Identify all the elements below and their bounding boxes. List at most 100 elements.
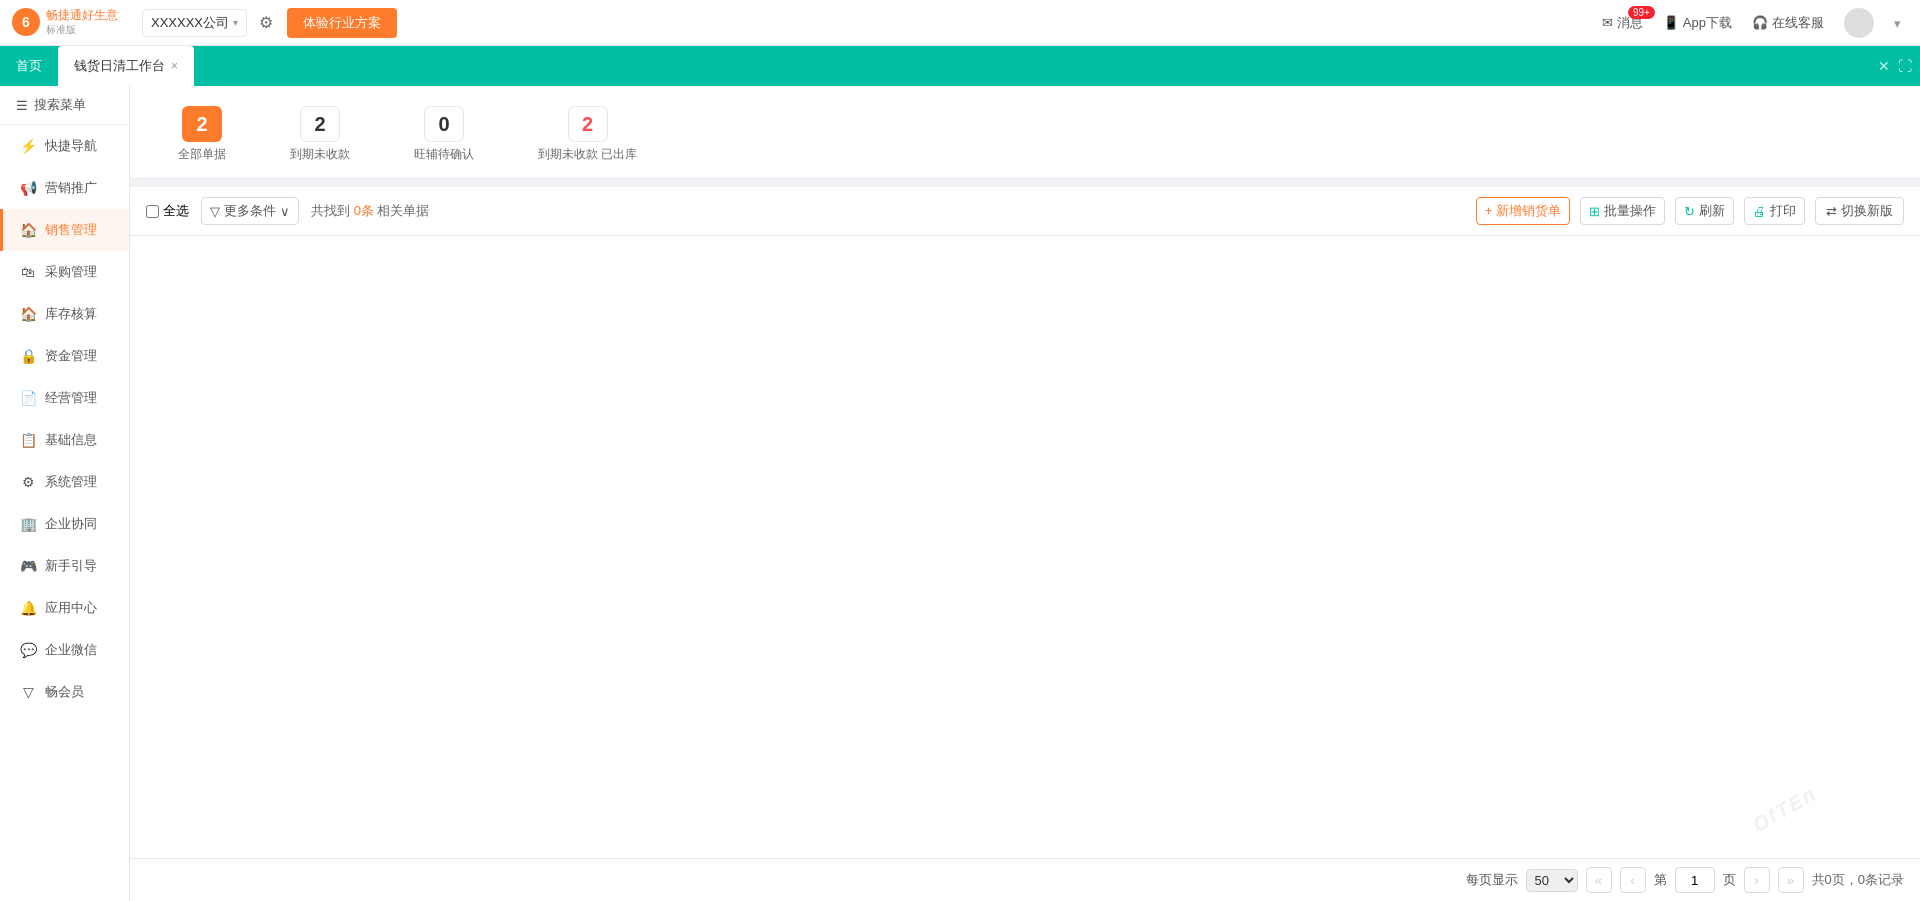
stat-number-shipped: 2 (568, 106, 608, 142)
refresh-button[interactable]: ↻ 刷新 (1675, 197, 1734, 225)
inventory-icon: 🏠 (19, 305, 37, 323)
page-label: 第 (1654, 871, 1667, 889)
switch-version-button[interactable]: ⇄ 切换新版 (1815, 197, 1904, 225)
weixin-icon: 💬 (19, 641, 37, 659)
total-info: 共0页，0条记录 (1812, 871, 1904, 889)
stat-tab-pending[interactable]: 0 旺辅待确认 (382, 98, 506, 178)
sidebar-item-label: 库存核算 (45, 305, 97, 323)
tab-active[interactable]: 钱货日清工作台 × (58, 46, 194, 86)
sidebar-item-shortcuts[interactable]: ⚡ 快捷导航 (0, 125, 129, 167)
avatar-dropdown[interactable]: ▾ (1894, 16, 1908, 30)
tab-expand-icon[interactable]: ⛶ (1898, 58, 1912, 74)
table-area (130, 236, 1920, 858)
found-prefix: 共找到 (311, 203, 350, 218)
switch-icon: ⇄ (1826, 204, 1837, 219)
select-all-input[interactable] (146, 205, 159, 218)
sidebar-item-app-center[interactable]: 🔔 应用中心 (0, 587, 129, 629)
guide-icon: 🎮 (19, 557, 37, 575)
select-all-label: 全选 (163, 202, 189, 220)
batch-operation-button[interactable]: ⊞ 批量操作 (1580, 197, 1665, 225)
pagination: 每页显示 50 20 100 « ‹ 第 页 › » 共0页，0条记录 (130, 858, 1920, 901)
basic-info-icon: 📋 (19, 431, 37, 449)
sidebar-item-label: 系统管理 (45, 473, 97, 491)
sidebar-item-purchase[interactable]: 🛍 采购管理 (0, 251, 129, 293)
stat-tab-overdue[interactable]: 2 到期未收款 (258, 98, 382, 178)
refresh-icon: ↻ (1684, 204, 1695, 219)
sidebar-item-marketing[interactable]: 📢 营销推广 (0, 167, 129, 209)
prev-page-button[interactable]: ‹ (1620, 867, 1646, 893)
active-tab-label: 钱货日清工作台 (74, 57, 165, 75)
print-label: 打印 (1770, 202, 1796, 220)
tab-close-icon[interactable]: × (171, 59, 178, 73)
logo-sub: 标准版 (46, 23, 118, 37)
filter-button[interactable]: ▽ 更多条件 ∨ (201, 197, 299, 225)
sidebar: ☰ 搜索菜单 ⚡ 快捷导航 📢 营销推广 🏠 销售管理 🛍 采购管理 🏠 库存核… (0, 86, 130, 901)
member-icon: ▽ (19, 683, 37, 701)
app-download-label: App下载 (1683, 14, 1732, 32)
logo-icon: 6 (12, 8, 40, 36)
headset-icon: 🎧 (1752, 15, 1768, 30)
per-page-label: 每页显示 (1466, 871, 1518, 889)
next-page-button[interactable]: › (1744, 867, 1770, 893)
stats-tabs: 2 全部单据 2 到期未收款 0 旺辅待确认 2 到期未收款 已出库 (130, 86, 1920, 179)
search-menu-label: 搜索菜单 (34, 96, 86, 114)
toolbar: 全选 ▽ 更多条件 ∨ 共找到 0条 相关单据 + 新增销货单 ⊞ 批量操作 ↻ (130, 187, 1920, 236)
marketing-icon: 📢 (19, 179, 37, 197)
filter-icon: ▽ (210, 204, 220, 219)
filter-label: 更多条件 (224, 202, 276, 220)
message-button[interactable]: ✉ 消息 99+ (1602, 14, 1643, 32)
app-download-button[interactable]: 📱 App下载 (1663, 14, 1732, 32)
first-page-button[interactable]: « (1586, 867, 1612, 893)
app-center-icon: 🔔 (19, 599, 37, 617)
sidebar-item-weixin[interactable]: 💬 企业微信 (0, 629, 129, 671)
purchase-icon: 🛍 (19, 263, 37, 281)
stat-label-overdue: 到期未收款 (290, 146, 350, 163)
sidebar-item-label: 基础信息 (45, 431, 97, 449)
stat-tab-shipped[interactable]: 2 到期未收款 已出库 (506, 98, 669, 178)
online-service-button[interactable]: 🎧 在线客服 (1752, 14, 1824, 32)
toolbar-right: + 新增销货单 ⊞ 批量操作 ↻ 刷新 🖨 打印 ⇄ 切换新版 (1476, 197, 1904, 225)
sidebar-item-inventory[interactable]: 🏠 库存核算 (0, 293, 129, 335)
per-page-select[interactable]: 50 20 100 (1526, 869, 1578, 892)
print-button[interactable]: 🖨 打印 (1744, 197, 1805, 225)
last-page-button[interactable]: » (1778, 867, 1804, 893)
settings-button[interactable]: ⚙ (255, 9, 277, 36)
sidebar-item-member[interactable]: ▽ 畅会员 (0, 671, 129, 713)
stat-tab-all[interactable]: 2 全部单据 (146, 98, 258, 178)
add-sale-order-button[interactable]: + 新增销货单 (1476, 197, 1570, 225)
sidebar-item-operations[interactable]: 📄 经营管理 (0, 377, 129, 419)
switch-label: 切换新版 (1841, 202, 1893, 220)
sidebar-item-system[interactable]: ⚙ 系统管理 (0, 461, 129, 503)
tab-home[interactable]: 首页 (0, 46, 58, 86)
trial-button[interactable]: 体验行业方案 (287, 8, 397, 38)
message-badge: 99+ (1628, 6, 1655, 19)
enterprise-icon: 🏢 (19, 515, 37, 533)
search-icon: ☰ (16, 98, 28, 113)
stat-label-pending: 旺辅待确认 (414, 146, 474, 163)
operations-icon: 📄 (19, 389, 37, 407)
tab-close-window-icon[interactable]: ✕ (1878, 58, 1890, 74)
avatar[interactable] (1844, 8, 1874, 38)
tab-bar-right: ✕ ⛶ (1878, 58, 1920, 74)
stat-label-shipped: 到期未收款 已出库 (538, 146, 637, 163)
sales-icon: 🏠 (19, 221, 37, 239)
sidebar-item-basic-info[interactable]: 📋 基础信息 (0, 419, 129, 461)
chevron-down-icon: ▾ (233, 17, 238, 28)
sidebar-item-finance[interactable]: 🔒 资金管理 (0, 335, 129, 377)
phone-icon: 📱 (1663, 15, 1679, 30)
page-input[interactable] (1675, 867, 1715, 893)
sidebar-item-label: 销售管理 (45, 221, 97, 239)
found-count: 0条 (354, 203, 374, 218)
sidebar-item-enterprise[interactable]: 🏢 企业协同 (0, 503, 129, 545)
company-selector[interactable]: XXXXXX公司 ▾ (142, 9, 247, 37)
sidebar-item-label: 畅会员 (45, 683, 84, 701)
system-icon: ⚙ (19, 473, 37, 491)
sidebar-item-sales[interactable]: 🏠 销售管理 (0, 209, 129, 251)
stat-number-pending: 0 (424, 106, 464, 142)
sidebar-item-label: 经营管理 (45, 389, 97, 407)
select-all-checkbox[interactable]: 全选 (146, 202, 189, 220)
search-menu[interactable]: ☰ 搜索菜单 (0, 86, 129, 125)
sidebar-item-label: 应用中心 (45, 599, 97, 617)
tab-bar: 首页 钱货日清工作台 × ✕ ⛶ (0, 46, 1920, 86)
sidebar-item-guide[interactable]: 🎮 新手引导 (0, 545, 129, 587)
